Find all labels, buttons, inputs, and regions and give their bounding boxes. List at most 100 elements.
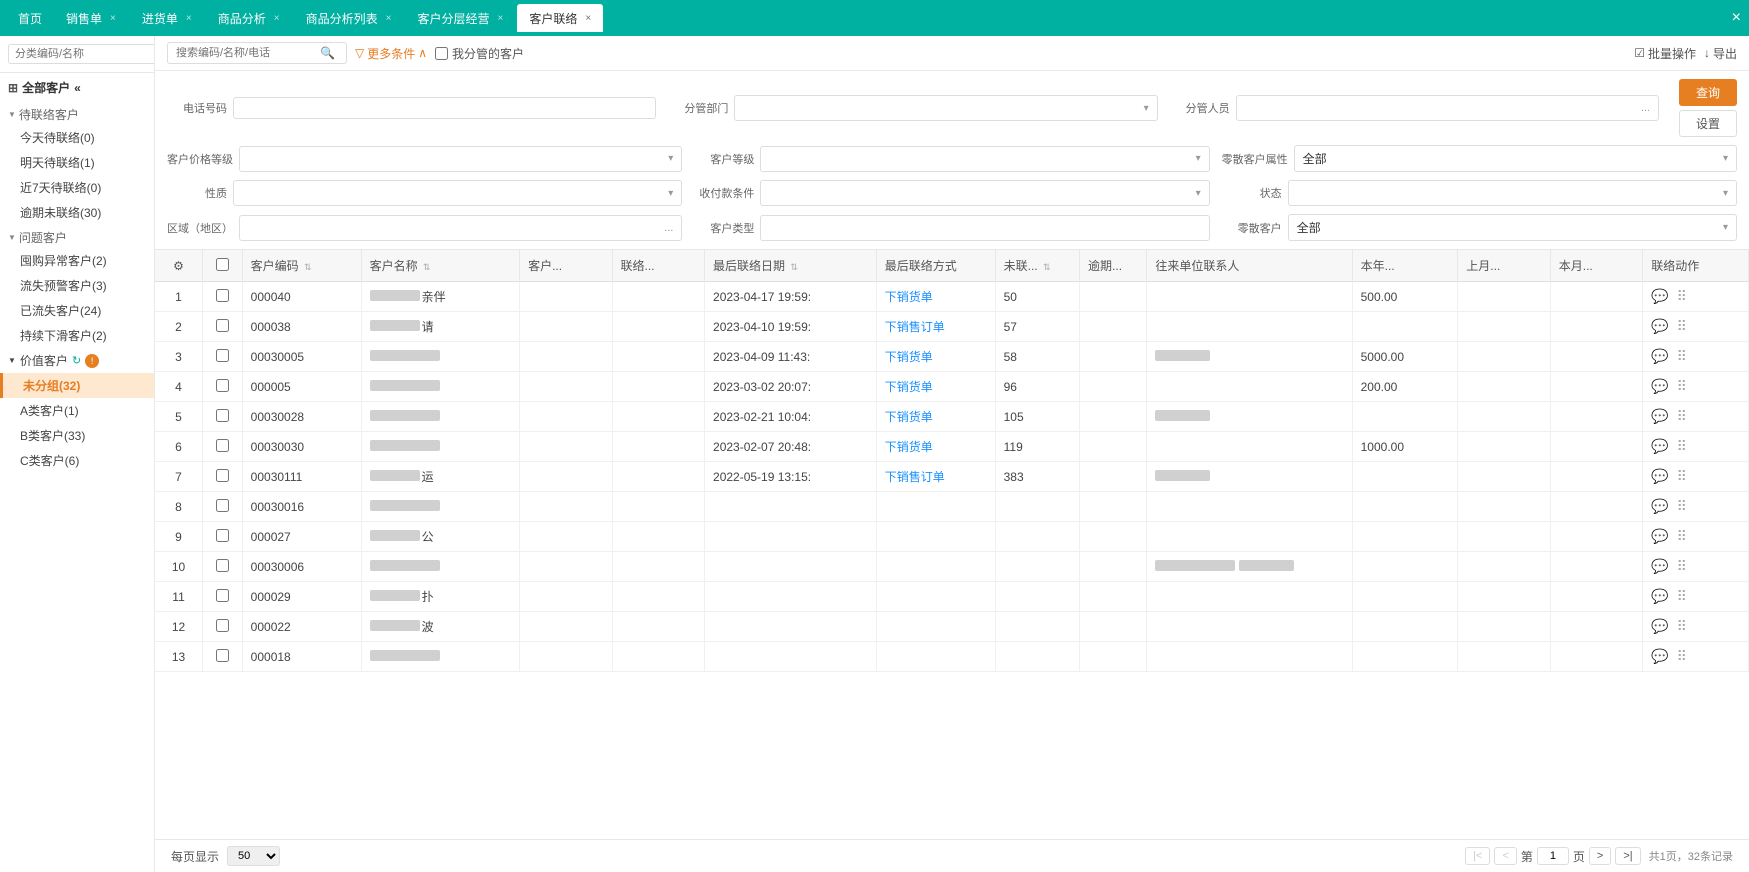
sidebar-item-today[interactable]: 今天待联络(0): [0, 125, 154, 150]
tab-customer-segment[interactable]: 客户分层经营 ×: [405, 4, 515, 32]
settings-icon[interactable]: ⚙: [173, 259, 184, 273]
prev-page-btn[interactable]: <: [1494, 847, 1516, 865]
tab-purchase-close[interactable]: ×: [186, 13, 192, 24]
refresh-icon[interactable]: ↻: [72, 354, 81, 367]
tab-sales[interactable]: 销售单 ×: [54, 4, 128, 32]
th-last-method[interactable]: 最后联络方式: [876, 250, 995, 282]
sidebar-item-hoarding[interactable]: 囤购异常客户(2): [0, 248, 154, 273]
action-chat-icon[interactable]: 💬: [1651, 648, 1668, 665]
action-more-icon[interactable]: ⠿: [1677, 318, 1687, 335]
th-type[interactable]: 客户...: [520, 250, 612, 282]
export-btn[interactable]: ↓ 导出: [1704, 45, 1737, 62]
th-last-month[interactable]: 上月...: [1458, 250, 1550, 282]
page-input[interactable]: [1537, 847, 1569, 865]
td-check[interactable]: [203, 432, 243, 462]
action-chat-icon[interactable]: 💬: [1651, 618, 1668, 635]
tab-purchase[interactable]: 进货单 ×: [130, 4, 204, 32]
td-check[interactable]: [203, 342, 243, 372]
customer-type-select[interactable]: [760, 215, 1209, 241]
action-chat-icon[interactable]: 💬: [1651, 408, 1668, 425]
sidebar-item-7days[interactable]: 近7天待联络(0): [0, 175, 154, 200]
th-contact[interactable]: 联络...: [612, 250, 704, 282]
th-check[interactable]: [203, 250, 243, 282]
tab-product-list[interactable]: 商品分析列表 ×: [294, 4, 404, 32]
sidebar-item-c-class[interactable]: C类客户(6): [0, 448, 154, 473]
action-more-icon[interactable]: ⠿: [1677, 288, 1687, 305]
sidebar-all-customers[interactable]: ⊞ 全部客户 «: [0, 73, 154, 102]
td-check[interactable]: [203, 552, 243, 582]
select-all-checkbox[interactable]: [216, 258, 229, 271]
tab-product-list-close[interactable]: ×: [386, 13, 392, 24]
action-chat-icon[interactable]: 💬: [1651, 498, 1668, 515]
phone-input[interactable]: [233, 97, 656, 119]
th-settings[interactable]: ⚙: [155, 250, 203, 282]
action-chat-icon[interactable]: 💬: [1651, 288, 1668, 305]
tab-customer-contact[interactable]: 客户联络 ×: [517, 4, 603, 32]
page-size-select[interactable]: 50 100 200: [227, 846, 280, 866]
th-partner[interactable]: 往来单位联系人: [1147, 250, 1352, 282]
close-all-tabs[interactable]: ×: [1732, 9, 1741, 27]
action-more-icon[interactable]: ⠿: [1677, 438, 1687, 455]
sidebar-item-overdue[interactable]: 逾期未联络(30): [0, 200, 154, 225]
filter-search-icon[interactable]: 🔍: [320, 46, 335, 60]
sidebar-item-churned[interactable]: 已流失客户(24): [0, 298, 154, 323]
th-code[interactable]: 客户编码 ⇅: [242, 250, 361, 282]
th-overdue[interactable]: 逾期...: [1080, 250, 1147, 282]
action-more-icon[interactable]: ⠿: [1677, 528, 1687, 545]
last-page-btn[interactable]: >|: [1615, 847, 1640, 865]
th-last-date[interactable]: 最后联络日期 ⇅: [705, 250, 877, 282]
action-chat-icon[interactable]: 💬: [1651, 528, 1668, 545]
action-more-icon[interactable]: ⠿: [1677, 588, 1687, 605]
tab-product-analysis-close[interactable]: ×: [274, 13, 280, 24]
first-page-btn[interactable]: |<: [1465, 847, 1490, 865]
th-this-month[interactable]: 本月...: [1550, 250, 1642, 282]
status-select[interactable]: ▾: [1288, 180, 1737, 206]
retail-attr-select[interactable]: 全部 ▾: [1294, 145, 1737, 172]
action-more-icon[interactable]: ⠿: [1677, 558, 1687, 575]
action-chat-icon[interactable]: 💬: [1651, 558, 1668, 575]
action-more-icon[interactable]: ⠿: [1677, 348, 1687, 365]
sidebar-item-a-class[interactable]: A类客户(1): [0, 398, 154, 423]
sidebar-search-input[interactable]: [8, 44, 155, 64]
td-check[interactable]: [203, 282, 243, 312]
sidebar-pending-group[interactable]: ▼ 待联络客户: [0, 102, 154, 125]
tab-product-analysis[interactable]: 商品分析 ×: [206, 4, 292, 32]
query-btn[interactable]: 查询: [1679, 79, 1737, 106]
sidebar-problem-group[interactable]: ▼ 问题客户: [0, 225, 154, 248]
action-more-icon[interactable]: ⠿: [1677, 378, 1687, 395]
td-check[interactable]: [203, 462, 243, 492]
action-chat-icon[interactable]: 💬: [1651, 348, 1668, 365]
tab-sales-close[interactable]: ×: [110, 13, 116, 24]
td-check[interactable]: [203, 612, 243, 642]
action-more-icon[interactable]: ⠿: [1677, 498, 1687, 515]
td-check[interactable]: [203, 312, 243, 342]
sidebar-item-declining[interactable]: 持续下滑客户(2): [0, 323, 154, 348]
action-more-icon[interactable]: ⠿: [1677, 408, 1687, 425]
tab-customer-contact-close[interactable]: ×: [585, 13, 591, 24]
sidebar-item-churn-warning[interactable]: 流失预警客户(3): [0, 273, 154, 298]
sidebar-collapse-btn[interactable]: «: [74, 81, 81, 95]
nav-home[interactable]: 首页: [8, 10, 52, 27]
reset-btn[interactable]: 设置: [1679, 110, 1737, 137]
sidebar-item-b-class[interactable]: B类客户(33): [0, 423, 154, 448]
action-more-icon[interactable]: ⠿: [1677, 648, 1687, 665]
batch-op-btn[interactable]: ☑ 批量操作: [1634, 45, 1696, 62]
action-chat-icon[interactable]: 💬: [1651, 588, 1668, 605]
my-customers-toggle[interactable]: 我分管的客户: [435, 45, 524, 62]
price-level-select[interactable]: ▾: [239, 146, 682, 172]
my-customers-checkbox[interactable]: [435, 47, 448, 60]
sidebar-item-ungrouped[interactable]: 未分组(32): [0, 373, 154, 398]
manager-select[interactable]: [1236, 95, 1659, 121]
td-check[interactable]: [203, 492, 243, 522]
th-name[interactable]: 客户名称 ⇅: [361, 250, 520, 282]
sidebar-item-tomorrow[interactable]: 明天待联络(1): [0, 150, 154, 175]
th-uncontact[interactable]: 未联... ⇅: [995, 250, 1079, 282]
region-select[interactable]: [239, 215, 682, 241]
payment-select[interactable]: ▾: [760, 180, 1209, 206]
tab-customer-segment-close[interactable]: ×: [497, 13, 503, 24]
td-check[interactable]: [203, 522, 243, 552]
more-conditions-btn[interactable]: ▽ 更多条件 ∧: [355, 45, 427, 62]
action-chat-icon[interactable]: 💬: [1651, 318, 1668, 335]
dept-select[interactable]: ▾: [734, 95, 1157, 121]
sidebar-value-group[interactable]: ▼ 价值客户 ↻ !: [0, 348, 154, 373]
